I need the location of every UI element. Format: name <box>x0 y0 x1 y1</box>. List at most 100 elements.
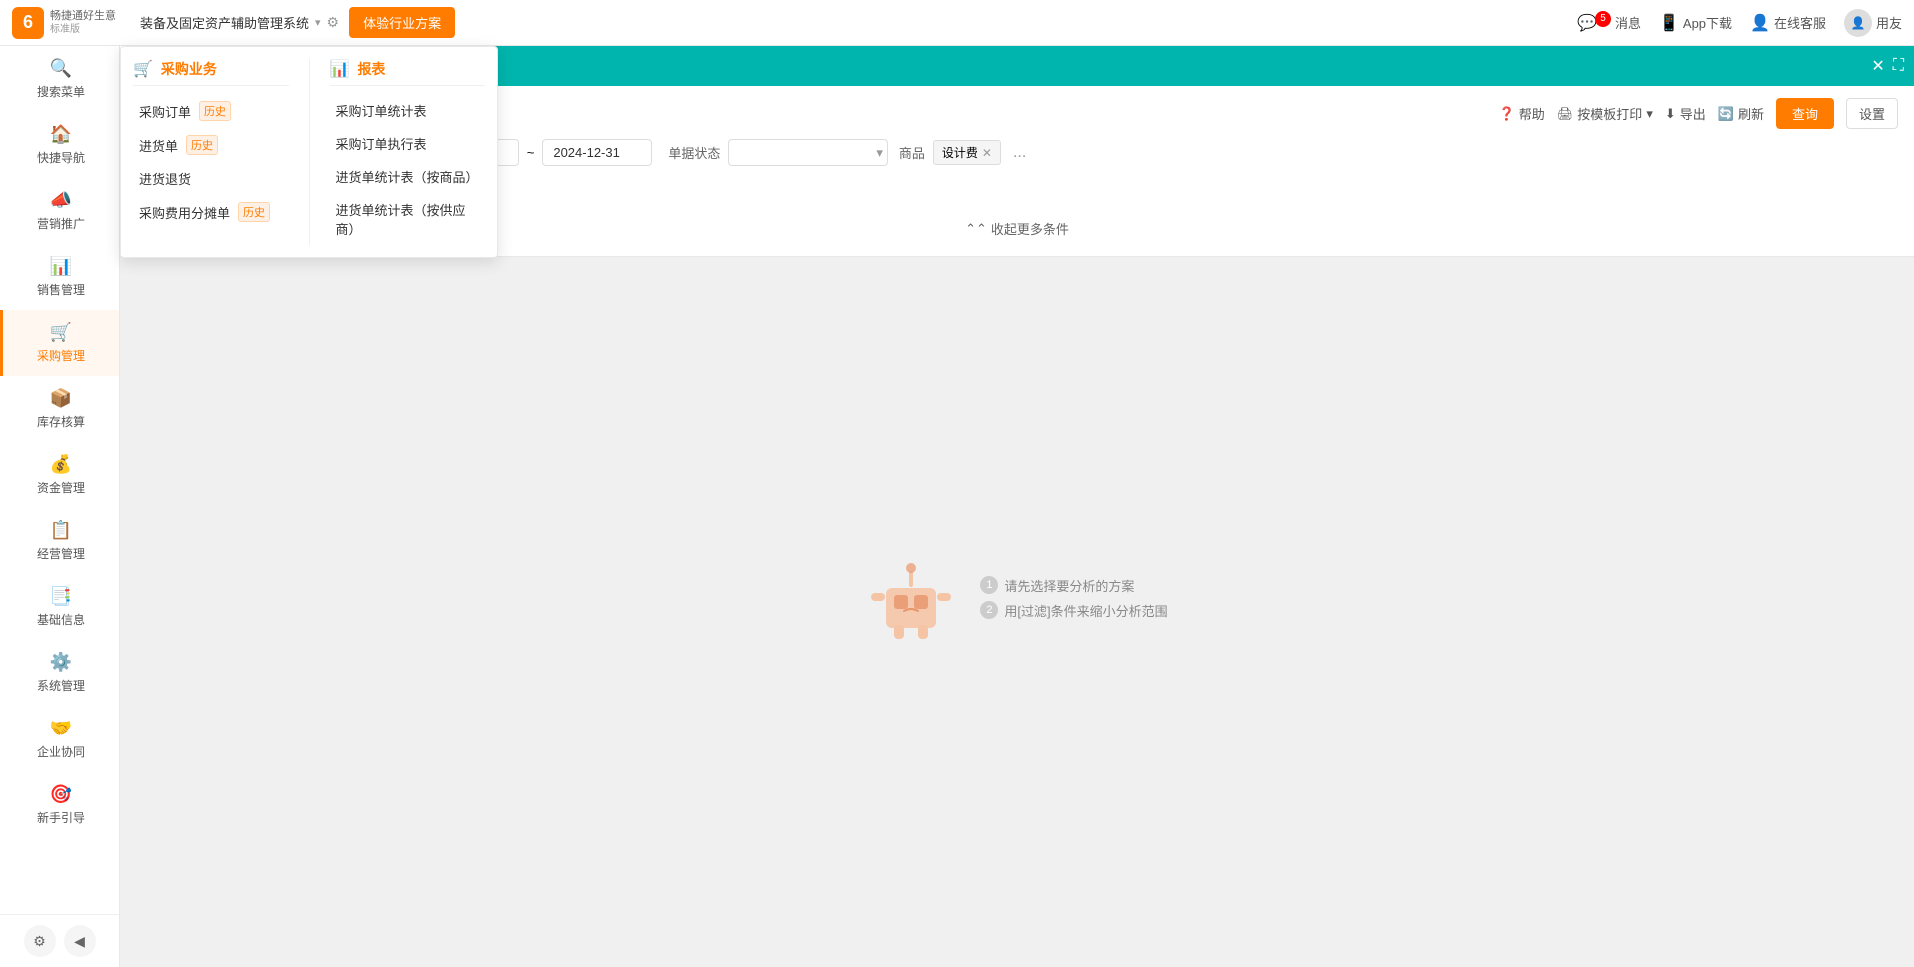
service-icon: 👤 <box>1750 13 1770 33</box>
doc-status-label: 单据状态 <box>668 143 720 162</box>
sidebar-item-sales[interactable]: 📊 销售管理 <box>0 244 119 310</box>
dropdown-item-purchase-return[interactable]: 进货退货 <box>133 162 289 195</box>
doc-status-select[interactable] <box>728 139 888 166</box>
logo-text: 畅捷通好生意 标准版 <box>50 9 116 36</box>
tab-expand-btn[interactable]: ⛶ <box>1893 57 1904 75</box>
sidebar-item-search[interactable]: 🔍 搜索菜单 <box>0 46 119 112</box>
empty-tip-1: 1 请先选择要分析的方案 <box>980 576 1167 595</box>
finance-icon: 💰 <box>50 454 72 475</box>
topbar-right: 💬 5 消息 📱 App下载 👤 在线客服 👤 用友 <box>1577 9 1902 37</box>
service-label: 在线客服 <box>1774 13 1826 32</box>
app-download-btn[interactable]: 📱 App下载 <box>1659 13 1732 33</box>
sidebar-label-search: 搜索菜单 <box>37 83 85 100</box>
purchase-order-label: 采购订单 <box>139 102 191 121</box>
messages-btn[interactable]: 💬 5 消息 <box>1577 13 1641 33</box>
empty-tip-2: 2 用[过滤]条件来缩小分析范围 <box>980 601 1167 620</box>
purchase-return-label: 进货退货 <box>139 169 191 188</box>
dropdown-item-purchase-cost[interactable]: 采购费用分摊单 历史 <box>133 195 289 229</box>
dropdown-item-in-stat-product[interactable]: 进货单统计表（按商品） <box>330 160 486 193</box>
gear-icon[interactable]: ⚙ <box>327 14 340 31</box>
tab-close-all-btn[interactable]: ✕ <box>1871 56 1884 76</box>
logo-icon: 6 <box>12 7 44 39</box>
sidebar-item-marketing[interactable]: 📣 营销推广 <box>0 178 119 244</box>
setting-label: 设置 <box>1859 104 1885 123</box>
dropdown-divider <box>309 59 310 245</box>
guide-icon: 🎯 <box>50 784 72 805</box>
sidebar-item-purchase[interactable]: 🛒 采购管理 <box>0 310 119 376</box>
print-btn[interactable]: 🖨 按模板打印 ▾ <box>1557 98 1653 129</box>
avatar: 👤 <box>1844 9 1872 37</box>
dropdown-arrow-icon[interactable]: ▾ <box>315 16 321 29</box>
inventory-icon: 📦 <box>50 388 72 409</box>
doc-status-group: 单据状态 ▾ <box>668 139 883 166</box>
system-name: 装备及固定资产辅助管理系统 ▾ ⚙ <box>140 13 339 32</box>
sidebar-item-operation[interactable]: 📋 经营管理 <box>0 508 119 574</box>
sidebar-bottom: ⚙ ◀ <box>0 914 119 967</box>
purchase-in-label: 进货单 <box>139 136 178 155</box>
sidebar-item-enterprise[interactable]: 🤝 企业协同 <box>0 706 119 772</box>
sidebar-label-guide: 新手引导 <box>37 809 85 826</box>
user-area[interactable]: 👤 用友 <box>1844 9 1902 37</box>
dropdown-item-purchase-order[interactable]: 采购订单 历史 <box>133 94 289 128</box>
system-name-text: 装备及固定资产辅助管理系统 <box>140 13 309 32</box>
sidebar-label-enterprise: 企业协同 <box>37 743 85 760</box>
online-service-btn[interactable]: 👤 在线客服 <box>1750 13 1826 33</box>
dropdown-item-purchase-order-stat[interactable]: 采购订单统计表 <box>330 94 486 127</box>
product-more-btn[interactable]: ... <box>1009 144 1030 162</box>
industry-btn[interactable]: 体验行业方案 <box>349 7 455 38</box>
refresh-icon: 🔄 <box>1718 106 1734 122</box>
purchase-cost-history-tag: 历史 <box>238 202 270 222</box>
product-tag-text: 设计费 <box>942 144 978 161</box>
setting-btn[interactable]: 设置 <box>1846 98 1898 129</box>
date-separator: ~ <box>527 145 535 160</box>
export-label: 导出 <box>1680 104 1706 123</box>
empty-tips: 1 请先选择要分析的方案 2 用[过滤]条件来缩小分析范围 <box>980 576 1167 620</box>
settings-bottom-btn[interactable]: ⚙ <box>24 925 56 957</box>
tabbar-right: ✕ ⛶ <box>1871 56 1914 76</box>
sidebar-item-inventory[interactable]: 📦 库存核算 <box>0 376 119 442</box>
dropdown-item-purchase-in[interactable]: 进货单 历史 <box>133 128 289 162</box>
logo-area: 6 畅捷通好生意 标准版 <box>12 7 132 39</box>
print-label: 按模板打印 <box>1577 104 1642 123</box>
query-btn[interactable]: 查询 <box>1776 98 1834 129</box>
home-icon: 🏠 <box>50 124 72 145</box>
product-label: 商品 <box>899 143 925 162</box>
export-btn[interactable]: ⬇ 导出 <box>1665 98 1706 129</box>
purchase-dropdown-menu: 🛒 采购业务 采购订单 历史 进货单 历史 进货退货 采购费用分摊单 历史 📊 … <box>120 46 498 258</box>
dropdown-item-purchase-order-exec[interactable]: 采购订单执行表 <box>330 127 486 160</box>
collapse-sidebar-btn[interactable]: ◀ <box>64 925 96 957</box>
empty-tip-2-text: 用[过滤]条件来缩小分析范围 <box>1004 601 1167 620</box>
date-to-input[interactable] <box>542 139 652 166</box>
user-label: 用友 <box>1876 13 1902 32</box>
purchase-in-history-tag: 历史 <box>186 135 218 155</box>
sidebar-item-system[interactable]: ⚙️ 系统管理 <box>0 640 119 706</box>
empty-illustration <box>866 553 956 643</box>
collapse-up-icon: ⌃⌃ <box>965 221 987 237</box>
help-btn[interactable]: ❓ 帮助 <box>1499 98 1545 129</box>
in-stat-product-label: 进货单统计表（按商品） <box>336 167 479 186</box>
sidebar-item-finance[interactable]: 💰 资金管理 <box>0 442 119 508</box>
sidebar-label-quick-nav: 快捷导航 <box>37 149 85 166</box>
export-icon: ⬇ <box>1665 106 1676 122</box>
sidebar-label-inventory: 库存核算 <box>37 413 85 430</box>
message-icon: 💬 <box>1577 13 1597 33</box>
empty-tip-1-text: 请先选择要分析的方案 <box>1004 576 1134 595</box>
app-download-label: App下载 <box>1683 13 1732 32</box>
product-tag-close-icon[interactable]: ✕ <box>982 146 992 160</box>
purchase-cost-label: 采购费用分摊单 <box>139 203 230 222</box>
search-icon: 🔍 <box>50 58 72 79</box>
purchase-col-header: 🛒 采购业务 <box>133 59 289 86</box>
system-icon: ⚙️ <box>50 652 72 673</box>
query-label: 查询 <box>1792 104 1818 123</box>
sidebar-label-sales: 销售管理 <box>37 281 85 298</box>
sidebar-item-guide[interactable]: 🎯 新手引导 <box>0 772 119 838</box>
dropdown-item-in-stat-supplier[interactable]: 进货单统计表（按供应商） <box>330 193 486 245</box>
sidebar-item-basic-info[interactable]: 📑 基础信息 <box>0 574 119 640</box>
empty-state: 1 请先选择要分析的方案 2 用[过滤]条件来缩小分析范围 <box>120 257 1914 938</box>
refresh-label: 刷新 <box>1738 104 1764 123</box>
sidebar-item-quick-nav[interactable]: 🏠 快捷导航 <box>0 112 119 178</box>
product-group: 商品 设计费 ✕ ... <box>899 140 1030 165</box>
refresh-btn[interactable]: 🔄 刷新 <box>1718 98 1764 129</box>
purchase-order-stat-label: 采购订单统计表 <box>336 101 427 120</box>
report-col-title: 报表 <box>357 59 385 79</box>
